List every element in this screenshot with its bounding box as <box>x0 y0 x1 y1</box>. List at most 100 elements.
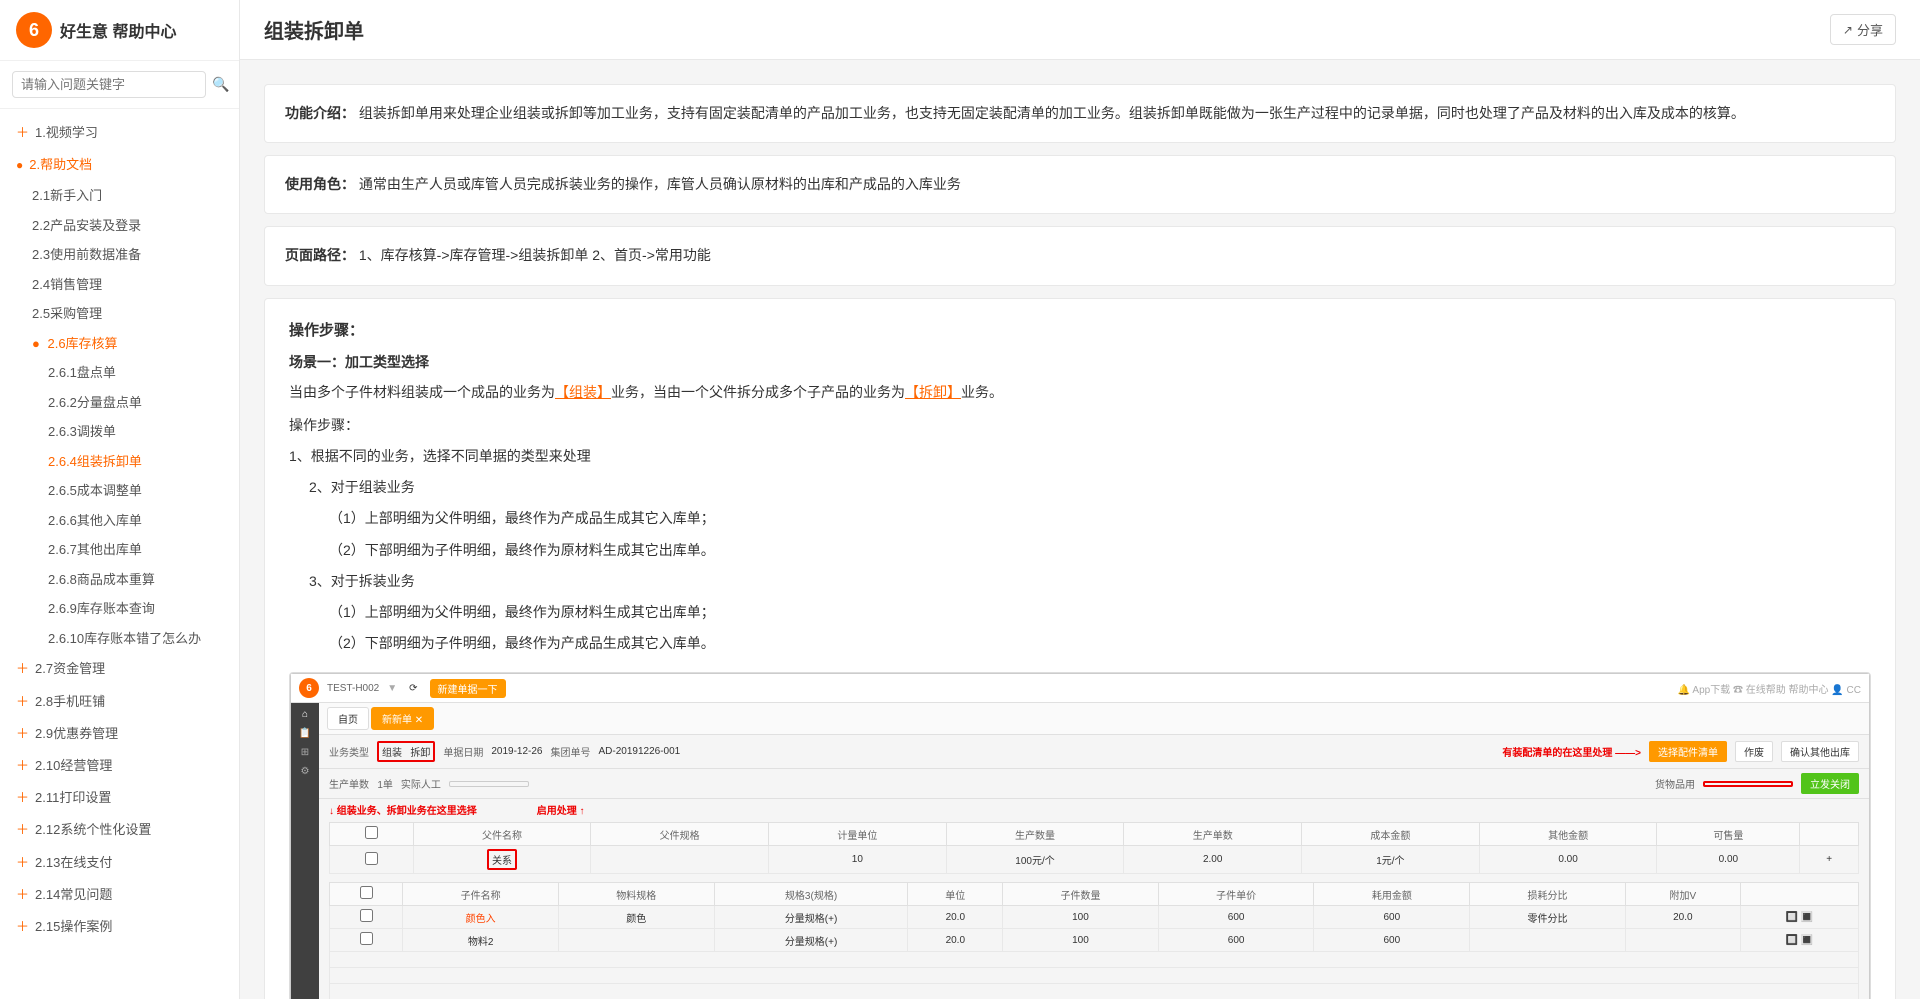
mock-other-btn[interactable]: 作废 <box>1735 741 1773 762</box>
mock-date-value: 2019-12-26 <box>491 746 542 757</box>
mock-type-value: 组装 拆卸 <box>377 741 435 762</box>
expand-icon-print: ＋ <box>16 789 29 807</box>
search-input[interactable] <box>12 71 206 98</box>
sidebar-item-ledger-query[interactable]: 2.6.9库存账本查询 <box>0 594 239 624</box>
func-intro-block: 功能介绍： 组装拆卸单用来处理企业组装或拆卸等加工业务，支持有固定装配清单的产品… <box>264 84 1896 143</box>
sidebar-item-ledger-fix[interactable]: 2.6.10库存账本错了怎么办 <box>0 624 239 654</box>
sidebar-item-help-docs[interactable]: ● 2.帮助文档 <box>0 149 239 181</box>
sidebar-item-funds[interactable]: ＋ 2.7资金管理 <box>0 653 239 685</box>
sidebar-item-cost-adjust[interactable]: 2.6.5成本调整单 <box>0 476 239 506</box>
table-row-empty-3 <box>330 952 1859 968</box>
sidebar-item-stock-count[interactable]: 2.6.1盘点单 <box>0 358 239 388</box>
sidebar-item-inventory[interactable]: ● 2.6库存核算 <box>0 329 239 359</box>
mock-td2-2-subspec: 分量规格(+) <box>714 929 908 952</box>
sidebar-item-ops-mgmt[interactable]: ＋ 2.10经营管理 <box>0 750 239 782</box>
mock-confirm-btn[interactable]: 立发关闭 <box>1801 773 1859 794</box>
mock-body: ⌂ 📋 ⊞ ⚙ 自页 新新单 ✕ <box>291 703 1869 999</box>
mock-table2-container: 子件名称 物料规格 规格3(规格) 单位 子件数量 子件单价 耗用金额 损耗分比 <box>319 880 1869 999</box>
collapse-icon: ● <box>16 157 23 174</box>
assembly-link[interactable]: 【组装】 <box>555 384 611 400</box>
mock-select-all2[interactable] <box>360 886 373 899</box>
mock-goods-input[interactable] <box>1703 781 1793 787</box>
sidebar-item-faq[interactable]: ＋ 2.14常见问题 <box>0 879 239 911</box>
sidebar-item-print[interactable]: ＋ 2.11打印设置 <box>0 782 239 814</box>
mock-td2-qty: 100 <box>1003 906 1159 929</box>
mock-row2-cb[interactable] <box>360 909 373 922</box>
mock-td-spec <box>591 846 769 874</box>
mock-tab-new[interactable]: 新新单 ✕ <box>371 707 434 730</box>
sidebar-item-cost-recalc[interactable]: 2.6.8商品成本重算 <box>0 565 239 595</box>
mock-close-btn[interactable]: 确认其他出库 <box>1781 741 1859 762</box>
func-intro-text: 组装拆卸单用来处理企业组装或拆卸等加工业务，支持有固定装配清单的产品加工业务，也… <box>359 105 1745 121</box>
mock-app: 6 TEST-H002 ▼ ⟳ 新建单据一下 🔔 App下载 ☎ 在线帮助 帮助… <box>290 673 1870 999</box>
expand-icon: ＋ <box>16 124 29 142</box>
mock-form-row2: 生产单数 1单 实际人工 货物品用 立发关闭 <box>319 769 1869 799</box>
mock-td2-2-loss <box>1470 929 1626 952</box>
role-label: 使用角色： <box>285 176 355 192</box>
mock-th-price: 生产单数 <box>1124 823 1302 846</box>
mock-th-other: 其他金额 <box>1479 823 1657 846</box>
mock-manual-input[interactable] <box>449 781 529 787</box>
mock-td-cost: 1元/个 <box>1302 846 1480 874</box>
share-icon: ↗ <box>1843 23 1853 37</box>
mock-new-btn[interactable]: 新建单据一下 <box>430 679 506 698</box>
table-row: 物料2 分量规格(+) 20.0 100 600 600 <box>330 929 1859 952</box>
mock-top-icons: 🔔 App下载 ☎ 在线帮助 帮助中心 👤 CC <box>1678 681 1861 696</box>
sidebar-item-sales[interactable]: 2.4销售管理 <box>0 270 239 300</box>
table-row-empty-4 <box>330 968 1859 984</box>
expand-icon-faq: ＋ <box>16 886 29 904</box>
mock-th2-unit: 单位 <box>908 883 1003 906</box>
share-button[interactable]: ↗ 分享 <box>1830 14 1896 45</box>
sidebar-item-personalize[interactable]: ＋ 2.12系统个性化设置 <box>0 814 239 846</box>
mock-th2-name: 子件名称 <box>403 883 559 906</box>
disassemble-link[interactable]: 【拆卸】 <box>905 384 961 400</box>
sidebar-item-other-out[interactable]: 2.6.7其他出库单 <box>0 535 239 565</box>
sidebar: 6 好生意 帮助中心 🔍 ＋ 1.视频学习 ● 2.帮助文档 2.1新手入门 2… <box>0 0 240 999</box>
mock-select-all[interactable] <box>365 826 378 839</box>
mock-annotation-2: ↓ 组装业务、拆卸业务在这里选择 <box>329 802 477 817</box>
mock-tab-home[interactable]: 自页 <box>327 707 369 730</box>
sidebar-item-mobile[interactable]: ＋ 2.8手机旺铺 <box>0 686 239 718</box>
sidebar-item-other-in[interactable]: 2.6.6其他入库单 <box>0 506 239 536</box>
scenario-desc: 当由多个子件材料组装成一个成品的业务为【组装】业务，当由一个父件拆分成多个子产品… <box>289 380 1871 405</box>
mock-th-actions <box>1800 823 1859 846</box>
sidebar-item-purchase[interactable]: 2.5采购管理 <box>0 299 239 329</box>
mock-td2-2-name: 物料2 <box>403 929 559 952</box>
sidebar-item-cases[interactable]: ＋ 2.15操作案例 <box>0 911 239 943</box>
expand-icon-coupon: ＋ <box>16 725 29 743</box>
mock-td2-act: 🔲 🔳 <box>1740 906 1858 929</box>
mock-nav-icon-home: ⌂ <box>302 709 308 720</box>
step2-2: （2）下部明细为子件明细，最终作为原材料生成其它出库单。 <box>329 538 1871 563</box>
mock-row-cb[interactable] <box>365 852 378 865</box>
sidebar-item-video-learning[interactable]: ＋ 1.视频学习 <box>0 117 239 149</box>
mock-th-avail: 可售量 <box>1657 823 1800 846</box>
sidebar-item-install[interactable]: 2.2产品安装及登录 <box>0 211 239 241</box>
mock-main-content: 自页 新新单 ✕ 业务类型 组装 拆卸 单据日期 2019-12-26 集团单号 <box>319 703 1869 999</box>
sidebar-item-assembly[interactable]: 2.6.4组装拆卸单 <box>0 447 239 477</box>
mock-td-other: 0.00 <box>1479 846 1657 874</box>
mock-th2-spec: 物料规格 <box>558 883 714 906</box>
mock-row2-2-cb[interactable] <box>360 932 373 945</box>
mock-mini-nav: ⌂ 📋 ⊞ ⚙ <box>291 703 319 999</box>
mock-th-qty: 生产数量 <box>946 823 1124 846</box>
mock-form-header: 业务类型 组装 拆卸 单据日期 2019-12-26 集团单号 AD-20191… <box>319 735 1869 769</box>
sidebar-item-fraction-count[interactable]: 2.6.2分量盘点单 <box>0 388 239 418</box>
mock-annotation-row: ↓ 组装业务、拆卸业务在这里选择 启用处理 ↑ <box>319 799 1869 820</box>
sidebar-item-transfer[interactable]: 2.6.3调拨单 <box>0 417 239 447</box>
sidebar-item-coupon[interactable]: ＋ 2.9优惠券管理 <box>0 718 239 750</box>
mock-th-parent-name: 父件名称 <box>413 823 591 846</box>
sidebar-item-data-prep[interactable]: 2.3使用前数据准备 <box>0 240 239 270</box>
sidebar-item-online-pay[interactable]: ＋ 2.13在线支付 <box>0 847 239 879</box>
expand-icon-pay: ＋ <box>16 854 29 872</box>
search-icon[interactable]: 🔍 <box>212 76 229 93</box>
expand-icon-ops: ＋ <box>16 757 29 775</box>
mock-td2-2-spec <box>558 929 714 952</box>
mock-annotation-3: 启用处理 ↑ <box>537 802 585 817</box>
mock-select-btn[interactable]: 选择配件清单 <box>1649 741 1727 762</box>
expand-icon-mobile: ＋ <box>16 693 29 711</box>
mock-td-qty: 100元/个 <box>946 846 1124 874</box>
mock-field-date-label: 单据日期 <box>443 744 483 759</box>
step2-heading: 2、对于组装业务 <box>309 475 1871 500</box>
sidebar-item-beginner[interactable]: 2.1新手入门 <box>0 181 239 211</box>
mock-td-unit: 10 <box>768 846 946 874</box>
